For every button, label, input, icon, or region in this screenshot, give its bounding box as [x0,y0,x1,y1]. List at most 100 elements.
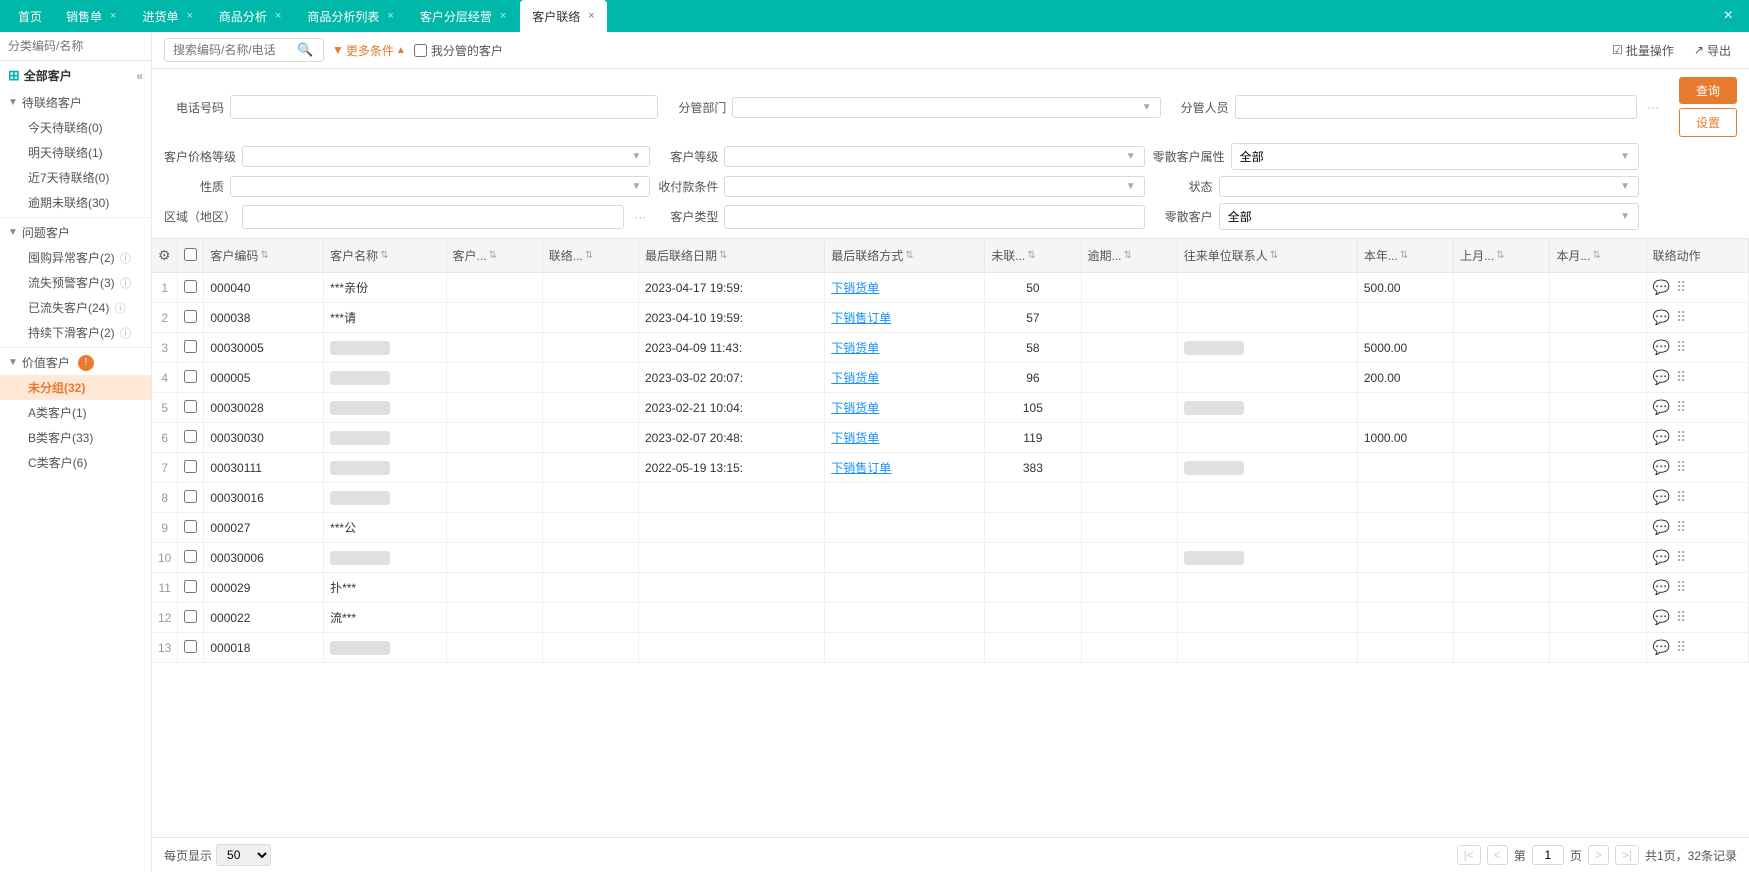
more-icon[interactable]: ⠿ [1676,369,1686,386]
last-contact-type-link[interactable]: 下销售订单 [831,461,891,475]
row-checkbox[interactable] [184,460,197,473]
sort-icon-notcontact[interactable]: ⇅ [1027,250,1035,261]
sidebar-search-input[interactable] [8,39,152,53]
tab-analysis-list-close[interactable]: × [387,10,393,22]
contact-icon[interactable]: 💬 [1653,489,1670,506]
sidebar-item-tomorrow[interactable]: 明天待联络(1) [0,140,151,165]
status-select[interactable]: ▼ [1219,176,1639,197]
customer-type-input[interactable] [724,205,1144,229]
more-icon[interactable]: ⠿ [1676,609,1686,626]
sidebar-item-today[interactable]: 今天待联络(0) [0,115,151,140]
nature-select[interactable]: ▼ [230,176,650,197]
sort-icon-unit[interactable]: ⇅ [1270,250,1278,261]
last-contact-type-link[interactable]: 下销售订单 [831,311,891,325]
export-btn[interactable]: ↗ 导出 [1688,39,1737,62]
contact-icon[interactable]: 💬 [1653,609,1670,626]
contact-icon[interactable]: 💬 [1653,549,1670,566]
sort-icon-contact[interactable]: ⇅ [585,250,593,261]
filter-more-conditions[interactable]: ▼ 更多条件 ▲ [332,42,406,59]
contact-icon[interactable]: 💬 [1653,459,1670,476]
nav-tab-analysis[interactable]: 商品分析 × [207,0,293,32]
customer-level-select[interactable]: ▼ [724,146,1144,167]
row-checkbox-cell[interactable] [178,603,204,633]
per-page-select[interactable]: 50 20 100 [216,844,271,866]
batch-operation-btn[interactable]: ☑ 批量操作 [1606,39,1680,62]
row-checkbox-cell[interactable] [178,363,204,393]
last-contact-type-link[interactable]: 下销货单 [831,341,879,355]
row-checkbox-cell[interactable] [178,513,204,543]
contact-icon[interactable]: 💬 [1653,279,1670,296]
sidebar-item-overdue[interactable]: 逾期未联络(30) [0,190,151,215]
last-page-btn[interactable]: >| [1615,845,1639,865]
row-checkbox-cell[interactable] [178,273,204,303]
prev-page-btn[interactable]: < [1487,845,1508,865]
row-checkbox[interactable] [184,370,197,383]
problem-group-header[interactable]: ▼ 问题客户 [0,220,151,245]
sidebar-item-class-a[interactable]: A类客户(1) [0,400,151,425]
pending-group-header[interactable]: ▼ 待联络客户 [0,90,151,115]
sidebar-item-class-c[interactable]: C类客户(6) [0,450,151,475]
region-ellipsis-btn[interactable]: ··· [630,210,650,224]
more-icon[interactable]: ⠿ [1676,519,1686,536]
nav-tab-analysis-list[interactable]: 商品分析列表 × [295,0,405,32]
more-icon[interactable]: ⠿ [1676,309,1686,326]
contact-icon[interactable]: 💬 [1653,339,1670,356]
row-checkbox-cell[interactable] [178,453,204,483]
contact-icon[interactable]: 💬 [1653,399,1670,416]
row-checkbox[interactable] [184,550,197,563]
sidebar-collapse-btn[interactable]: « [136,69,143,83]
row-checkbox-cell[interactable] [178,483,204,513]
contact-icon[interactable]: 💬 [1653,429,1670,446]
phone-input[interactable] [230,95,658,119]
tab-customer-contact-close[interactable]: × [588,10,594,22]
more-icon[interactable]: ⠿ [1676,399,1686,416]
nav-tab-sales[interactable]: 销售单 × [54,0,128,32]
nav-tab-customer-contact[interactable]: 客户联络 × [520,0,606,32]
sort-icon-date[interactable]: ⇅ [719,250,727,261]
select-all-checkbox[interactable] [184,248,197,261]
page-input[interactable] [1532,845,1564,865]
price-level-select[interactable]: ▼ [242,146,650,167]
row-checkbox[interactable] [184,520,197,533]
filter-search-box[interactable]: 🔍 [164,38,324,62]
sidebar-item-ungroup[interactable]: 未分组(32) [0,375,151,400]
payment-select[interactable]: ▼ [724,176,1144,197]
nav-tab-customer-seg[interactable]: 客户分层经营 × [408,0,518,32]
row-checkbox-cell[interactable] [178,543,204,573]
region-input[interactable] [242,205,624,229]
tab-analysis-close[interactable]: × [275,10,281,22]
more-icon[interactable]: ⠿ [1676,279,1686,296]
sidebar-item-hoard-abnormal[interactable]: 囤购异常客户(2) ⓘ [0,245,151,270]
last-contact-type-link[interactable]: 下销货单 [831,281,879,295]
row-checkbox-cell[interactable] [178,423,204,453]
sidebar-item-churn-warning[interactable]: 流失预警客户(3) ⓘ [0,270,151,295]
last-contact-type-link[interactable]: 下销货单 [831,431,879,445]
th-settings[interactable]: ⚙ [152,239,178,273]
nav-home[interactable]: 首页 [8,0,52,32]
retail-attr-select[interactable]: 全部▼ [1231,143,1639,170]
row-checkbox[interactable] [184,580,197,593]
th-checkbox[interactable] [178,239,204,273]
more-icon[interactable]: ⠿ [1676,459,1686,476]
tab-sales-close[interactable]: × [110,10,116,22]
more-icon[interactable]: ⠿ [1676,549,1686,566]
contact-icon[interactable]: 💬 [1653,519,1670,536]
sort-icon-code[interactable]: ⇅ [260,250,268,261]
value-group-header[interactable]: ▼ 价值客户 ! [0,350,151,375]
reset-button[interactable]: 设置 [1679,108,1737,137]
last-contact-type-link[interactable]: 下销货单 [831,401,879,415]
more-icon[interactable]: ⠿ [1676,489,1686,506]
settings-icon[interactable]: ⚙ [158,247,171,263]
row-checkbox-cell[interactable] [178,393,204,423]
row-checkbox[interactable] [184,340,197,353]
sort-icon-type2[interactable]: ⇅ [905,250,913,261]
first-page-btn[interactable]: |< [1457,845,1481,865]
more-icon[interactable]: ⠿ [1676,579,1686,596]
sidebar-item-7days[interactable]: 近7天待联络(0) [0,165,151,190]
my-customers-filter[interactable]: 我分管的客户 [414,42,503,59]
all-customers-header[interactable]: ⊞ 全部客户 « [0,61,151,90]
person-input[interactable] [1235,95,1637,119]
sidebar-item-churned[interactable]: 已流失客户(24) ⓘ [0,295,151,320]
more-icon[interactable]: ⠿ [1676,639,1686,656]
row-checkbox[interactable] [184,400,197,413]
